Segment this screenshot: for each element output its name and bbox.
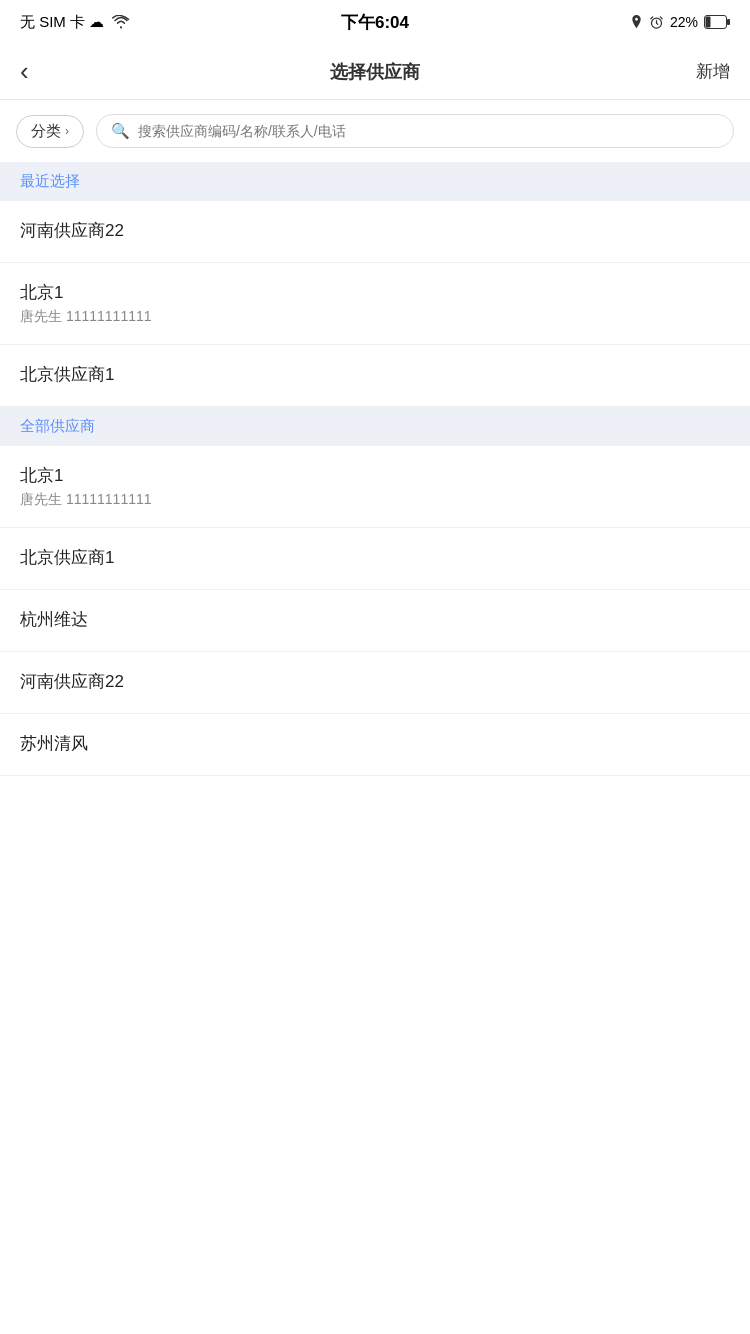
list-item[interactable]: 河南供应商22 bbox=[0, 652, 750, 714]
alarm-icon bbox=[649, 15, 664, 30]
chevron-right-icon: › bbox=[65, 124, 69, 138]
item-contact: 唐先生 11111111111 bbox=[20, 308, 730, 326]
filter-bar: 分类 › 🔍 bbox=[0, 100, 750, 162]
new-add-button[interactable]: 新增 bbox=[696, 60, 730, 83]
all-items-list: 北京1 唐先生 11111111111 北京供应商1 杭州维达河南供应商22 苏州清风 bbox=[0, 446, 750, 776]
item-contact: 唐先生 11111111111 bbox=[20, 491, 730, 509]
search-box[interactable]: 🔍 bbox=[96, 114, 734, 148]
list-item[interactable]: 北京供应商1 bbox=[0, 528, 750, 590]
list-item[interactable]: 河南供应商22 bbox=[0, 201, 750, 263]
battery-icon bbox=[704, 15, 730, 29]
all-section-header: 全部供应商 bbox=[0, 407, 750, 446]
all-section-label: 全部供应商 bbox=[20, 417, 95, 434]
list-item[interactable]: 苏州清风 bbox=[0, 714, 750, 776]
item-name: 北京供应商1 bbox=[20, 546, 730, 569]
location-icon bbox=[630, 15, 643, 30]
no-sim-label: 无 SIM 卡 ☁ bbox=[20, 13, 104, 32]
category-button[interactable]: 分类 › bbox=[16, 115, 84, 148]
item-name: 北京1 bbox=[20, 464, 730, 487]
list-item[interactable]: 北京1 唐先生 11111111111 bbox=[0, 263, 750, 345]
list-item[interactable]: 北京供应商1 bbox=[0, 345, 750, 407]
back-button[interactable]: ‹ bbox=[20, 56, 29, 87]
recent-section-header: 最近选择 bbox=[0, 162, 750, 201]
status-right: 22% bbox=[630, 14, 730, 30]
status-bar: 无 SIM 卡 ☁ 下午6:04 22% bbox=[0, 0, 750, 44]
wifi-icon bbox=[112, 15, 130, 29]
status-left: 无 SIM 卡 ☁ bbox=[20, 13, 130, 32]
nav-bar: ‹ 选择供应商 新增 bbox=[0, 44, 750, 100]
page-title: 选择供应商 bbox=[330, 60, 420, 84]
search-input[interactable] bbox=[138, 123, 719, 139]
svg-rect-3 bbox=[727, 19, 730, 25]
item-name: 北京供应商1 bbox=[20, 363, 730, 386]
search-icon: 🔍 bbox=[111, 122, 130, 140]
item-name: 北京1 bbox=[20, 281, 730, 304]
list-item[interactable]: 北京1 唐先生 11111111111 bbox=[0, 446, 750, 528]
item-name: 河南供应商22 bbox=[20, 219, 730, 242]
item-name: 杭州维达 bbox=[20, 608, 730, 631]
category-label: 分类 bbox=[31, 122, 61, 141]
status-time: 下午6:04 bbox=[341, 11, 409, 34]
battery-label: 22% bbox=[670, 14, 698, 30]
list-item[interactable]: 杭州维达 bbox=[0, 590, 750, 652]
recent-section-label: 最近选择 bbox=[20, 172, 80, 189]
recent-items-list: 河南供应商22 北京1 唐先生 11111111111 北京供应商1 bbox=[0, 201, 750, 407]
svg-rect-2 bbox=[706, 17, 711, 28]
item-name: 苏州清风 bbox=[20, 732, 730, 755]
item-name: 河南供应商22 bbox=[20, 670, 730, 693]
